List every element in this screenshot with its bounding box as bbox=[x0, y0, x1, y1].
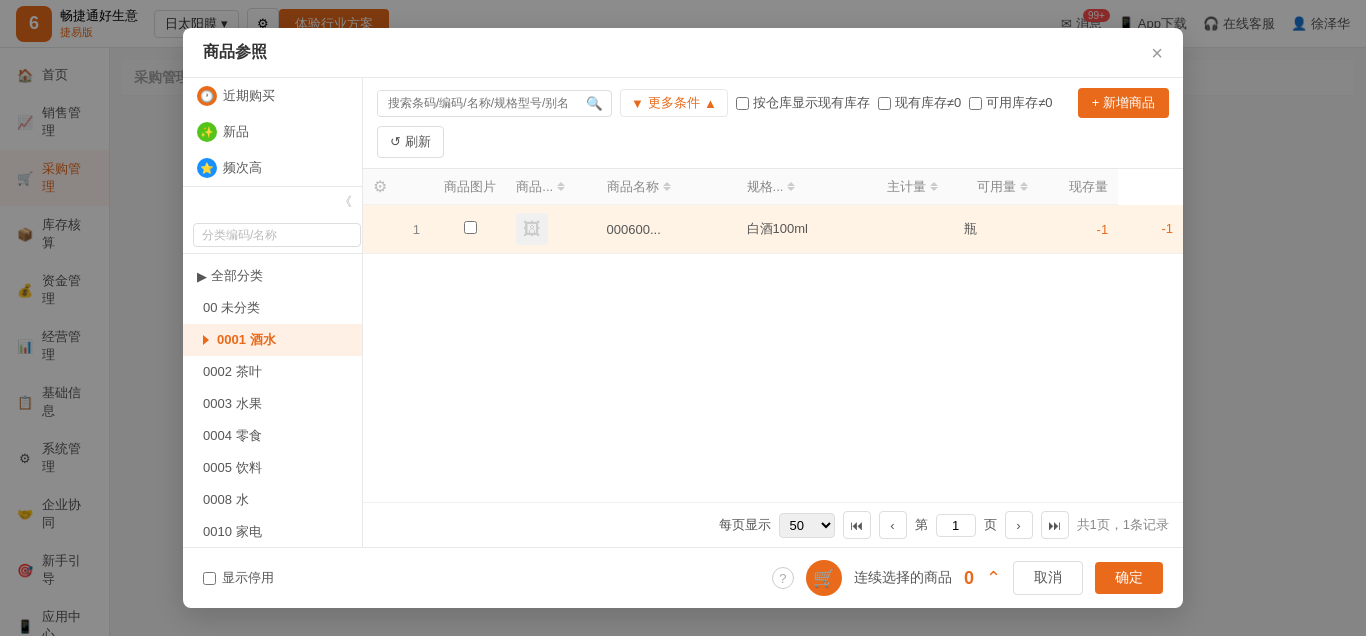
cart-area: ? 🛒 连续选择的商品 0 ⌃ bbox=[772, 560, 1001, 596]
table-row[interactable]: 1 🖼 000600... 白酒100ml 瓶 -1 -1 bbox=[363, 205, 1183, 254]
cart-text: 连续选择的商品 bbox=[854, 569, 952, 587]
td-spec bbox=[877, 205, 954, 254]
cat-all[interactable]: ▶ 全部分类 bbox=[183, 260, 362, 292]
cart-icon[interactable]: 🛒 bbox=[806, 560, 842, 596]
per-page-select[interactable]: 50 10 20 100 bbox=[779, 513, 835, 538]
search-icon: 🔍 bbox=[586, 96, 603, 111]
collapse-button[interactable]: 《 bbox=[183, 187, 362, 217]
display-disabled-label[interactable]: 显示停用 bbox=[203, 569, 274, 587]
th-settings[interactable]: ⚙ bbox=[363, 169, 398, 205]
expand-icon bbox=[203, 335, 209, 345]
collapse-cart-button[interactable]: ⌃ bbox=[986, 567, 1001, 589]
th-code[interactable]: 商品... bbox=[506, 169, 596, 205]
cat-beverage[interactable]: 0005 饮料 bbox=[183, 452, 362, 484]
category-search: 🔍 bbox=[183, 217, 362, 254]
td-stock: -1 bbox=[1118, 205, 1183, 254]
cart-count: 0 bbox=[964, 568, 974, 589]
row-checkbox[interactable] bbox=[464, 221, 477, 234]
filter-stock-neq0-label[interactable]: 现有库存≠0 bbox=[878, 94, 961, 112]
confirm-button[interactable]: 确定 bbox=[1095, 562, 1163, 594]
more-filter-button[interactable]: ▼ 更多条件 ▲ bbox=[620, 89, 728, 117]
filter-bar: 🔍 ▼ 更多条件 ▲ 按仓库显示现有库存 现有库存≠0 bbox=[363, 78, 1183, 169]
table-body: 1 🖼 000600... 白酒100ml 瓶 -1 -1 bbox=[363, 205, 1183, 254]
td-avail: -1 bbox=[1038, 205, 1118, 254]
filter-stock-neq0-checkbox[interactable] bbox=[878, 97, 891, 110]
expand-all-icon: ▶ bbox=[197, 269, 207, 284]
help-icon[interactable]: ? bbox=[772, 567, 794, 589]
last-page-button[interactable]: ⏭ bbox=[1041, 511, 1069, 539]
new-icon: ✨ bbox=[197, 122, 217, 142]
td-num: 1 bbox=[398, 205, 434, 254]
th-spec[interactable]: 规格... bbox=[737, 169, 877, 205]
per-page-label: 每页显示 bbox=[719, 516, 771, 534]
cat-liquor[interactable]: 0001 酒水 bbox=[183, 324, 362, 356]
product-table-wrap: ⚙ 商品图片 商品... bbox=[363, 169, 1183, 502]
recent-icon: 🕐 bbox=[197, 86, 217, 106]
td-checkbox[interactable] bbox=[434, 205, 506, 254]
td-image: 🖼 bbox=[506, 205, 596, 254]
prev-page-button[interactable]: ‹ bbox=[879, 511, 907, 539]
new-label: 新品 bbox=[223, 123, 249, 141]
cat-snack[interactable]: 0004 零食 bbox=[183, 420, 362, 452]
td-code: 000600... bbox=[597, 205, 737, 254]
category-search-input[interactable] bbox=[193, 223, 361, 247]
quick-category-list: 🕐 近期购买 ✨ 新品 ⭐ 频次高 bbox=[183, 78, 362, 187]
modal-header: 商品参照 × bbox=[183, 28, 1183, 78]
category-tree: ▶ 全部分类 00 未分类 0001 酒水 0002 茶叶 0003 水果 bbox=[183, 254, 362, 547]
collapse-icon: 《 bbox=[339, 193, 352, 211]
th-checkbox bbox=[398, 169, 434, 205]
product-table: ⚙ 商品图片 商品... bbox=[363, 169, 1183, 254]
cat-water[interactable]: 0008 水 bbox=[183, 484, 362, 516]
category-panel: 🕐 近期购买 ✨ 新品 ⭐ 频次高 《 bbox=[183, 78, 363, 547]
product-search-button[interactable]: 🔍 bbox=[578, 91, 611, 116]
add-product-button[interactable]: + 新增商品 bbox=[1078, 88, 1169, 118]
recent-label: 近期购买 bbox=[223, 87, 275, 105]
modal-close-button[interactable]: × bbox=[1151, 43, 1163, 63]
td-unit: 瓶 bbox=[954, 205, 1038, 254]
pagination-bar: 每页显示 50 10 20 100 ⏮ ‹ 第 页 › ⏭ 共1页，1条记录 bbox=[363, 502, 1183, 547]
th-unit[interactable]: 主计量 bbox=[877, 169, 954, 205]
chevron-up-icon: ▲ bbox=[704, 96, 717, 111]
frequent-label: 频次高 bbox=[223, 159, 262, 177]
th-name[interactable]: 商品名称 bbox=[597, 169, 737, 205]
quick-cat-new[interactable]: ✨ 新品 bbox=[183, 114, 362, 150]
td-name: 白酒100ml bbox=[737, 205, 877, 254]
first-page-button[interactable]: ⏮ bbox=[843, 511, 871, 539]
td-settings bbox=[363, 205, 398, 254]
th-avail[interactable]: 可用量 bbox=[954, 169, 1038, 205]
next-page-button[interactable]: › bbox=[1005, 511, 1033, 539]
quick-cat-recent[interactable]: 🕐 近期购买 bbox=[183, 78, 362, 114]
th-image: 商品图片 bbox=[434, 169, 506, 205]
product-search-wrap: 🔍 bbox=[377, 90, 612, 117]
table-header: ⚙ 商品图片 商品... bbox=[363, 169, 1183, 205]
cat-uncategorized[interactable]: 00 未分类 bbox=[183, 292, 362, 324]
page-unit: 页 bbox=[984, 516, 997, 534]
modal-title: 商品参照 bbox=[203, 42, 267, 63]
modal-body: 🕐 近期购买 ✨ 新品 ⭐ 频次高 《 bbox=[183, 78, 1183, 547]
filter-warehouse-checkbox[interactable] bbox=[736, 97, 749, 110]
filter-warehouse-label[interactable]: 按仓库显示现有库存 bbox=[736, 94, 870, 112]
product-panel: 🔍 ▼ 更多条件 ▲ 按仓库显示现有库存 现有库存≠0 bbox=[363, 78, 1183, 547]
modal-footer: 显示停用 ? 🛒 连续选择的商品 0 ⌃ 取消 确定 bbox=[183, 547, 1183, 608]
page-label: 第 bbox=[915, 516, 928, 534]
th-stock[interactable]: 现存量 bbox=[1038, 169, 1118, 205]
modal-overlay: 商品参照 × 🕐 近期购买 ✨ 新品 bbox=[0, 0, 1366, 636]
filter-avail-neq0-checkbox[interactable] bbox=[969, 97, 982, 110]
product-thumbnail: 🖼 bbox=[516, 213, 548, 245]
cancel-button[interactable]: 取消 bbox=[1013, 561, 1083, 595]
frequent-icon: ⭐ bbox=[197, 158, 217, 178]
cat-appliance[interactable]: 0010 家电 bbox=[183, 516, 362, 547]
page-number-input[interactable] bbox=[936, 514, 976, 537]
cat-fruit[interactable]: 0003 水果 bbox=[183, 388, 362, 420]
filter-avail-neq0-label[interactable]: 可用库存≠0 bbox=[969, 94, 1052, 112]
total-info: 共1页，1条记录 bbox=[1077, 516, 1169, 534]
product-reference-modal: 商品参照 × 🕐 近期购买 ✨ 新品 bbox=[183, 28, 1183, 608]
cat-tea[interactable]: 0002 茶叶 bbox=[183, 356, 362, 388]
display-disabled-checkbox[interactable] bbox=[203, 572, 216, 585]
filter-icon: ▼ bbox=[631, 96, 644, 111]
quick-cat-frequent[interactable]: ⭐ 频次高 bbox=[183, 150, 362, 186]
refresh-button[interactable]: ↺ 刷新 bbox=[377, 126, 444, 158]
product-search-input[interactable] bbox=[378, 91, 578, 115]
